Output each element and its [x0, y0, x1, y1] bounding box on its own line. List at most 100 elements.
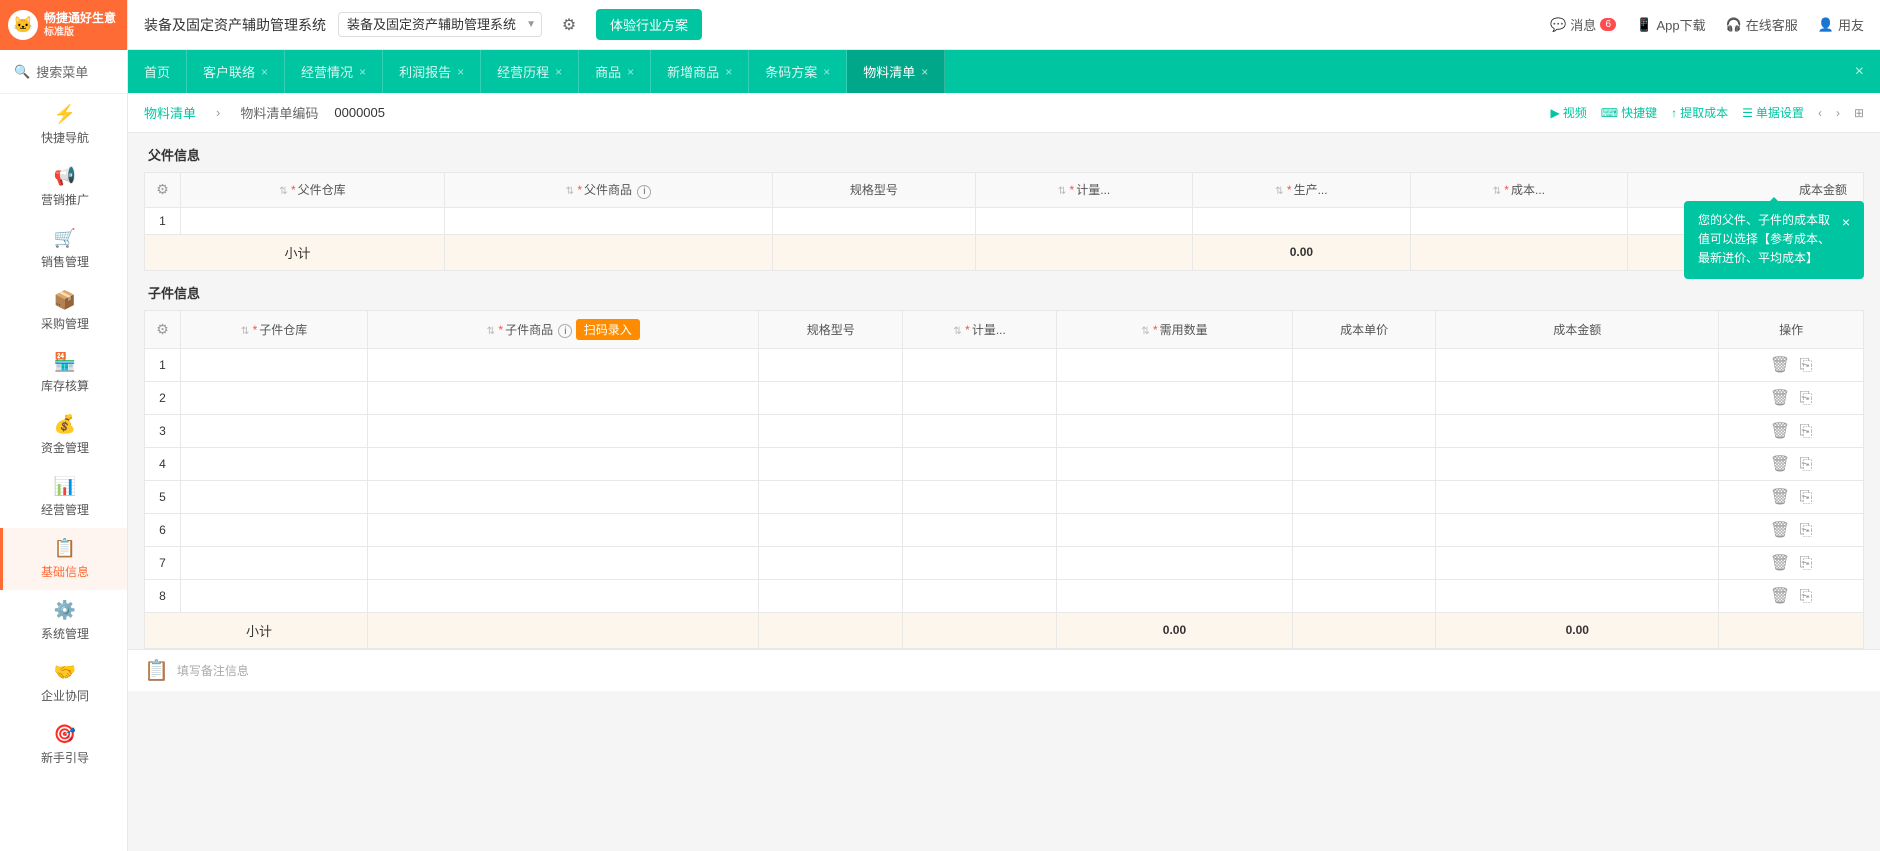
- child-unit-cost-7[interactable]: [1292, 546, 1436, 579]
- child-unit-3[interactable]: [903, 414, 1057, 447]
- child-spec-1[interactable]: [759, 348, 903, 381]
- sidebar-item-库存核算[interactable]: 🏪 库存核算: [0, 342, 127, 404]
- delete-row-4-button[interactable]: 🗑: [1770, 456, 1790, 473]
- nav-tab-close-经营情况[interactable]: ×: [359, 65, 366, 79]
- child-quantity-5[interactable]: [1057, 480, 1293, 513]
- child-unit-cost-8[interactable]: [1292, 579, 1436, 612]
- child-cost-amount-1[interactable]: [1436, 348, 1719, 381]
- child-warehouse-7[interactable]: [181, 546, 368, 579]
- delete-row-1-button[interactable]: 🗑: [1770, 357, 1790, 374]
- copy-row-7-button[interactable]: ⎘: [1799, 555, 1812, 572]
- child-spec-7[interactable]: [759, 546, 903, 579]
- parent-warehouse-1[interactable]: [181, 207, 445, 234]
- tooltip-close-button[interactable]: ×: [1842, 211, 1850, 233]
- extract-cost-button[interactable]: ↑ 提取成本: [1671, 104, 1728, 121]
- message-button[interactable]: 💬 消息 6: [1550, 15, 1616, 34]
- child-unit-8[interactable]: [903, 579, 1057, 612]
- child-spec-5[interactable]: [759, 480, 903, 513]
- nav-tab-利润报告[interactable]: 利润报告×: [383, 50, 481, 93]
- delete-row-3-button[interactable]: 🗑: [1770, 423, 1790, 440]
- nav-tab-首页[interactable]: 首页: [128, 50, 187, 93]
- child-product-1[interactable]: [368, 348, 759, 381]
- parent-product-info-icon[interactable]: i: [637, 185, 651, 199]
- copy-row-4-button[interactable]: ⎘: [1799, 456, 1812, 473]
- child-product-2[interactable]: [368, 381, 759, 414]
- nav-tab-close-经营历程[interactable]: ×: [555, 65, 562, 79]
- child-cost-amount-6[interactable]: [1436, 513, 1719, 546]
- nav-tab-close-利润报告[interactable]: ×: [457, 65, 464, 79]
- child-quantity-3[interactable]: [1057, 414, 1293, 447]
- child-unit-cost-6[interactable]: [1292, 513, 1436, 546]
- shortcut-button[interactable]: ⌨ 快捷键: [1601, 104, 1657, 121]
- nav-tab-条码方案[interactable]: 条码方案×: [749, 50, 847, 93]
- child-spec-2[interactable]: [759, 381, 903, 414]
- child-spec-3[interactable]: [759, 414, 903, 447]
- nav-tab-close-新增商品[interactable]: ×: [725, 65, 732, 79]
- sidebar-item-企业协同[interactable]: 🤝 企业协同: [0, 652, 127, 714]
- copy-row-8-button[interactable]: ⎘: [1799, 588, 1812, 605]
- nav-close-all-button[interactable]: ×: [1839, 51, 1880, 93]
- system-select[interactable]: 装备及固定资产辅助管理系统: [338, 12, 542, 37]
- parent-cost-1[interactable]: [1410, 207, 1627, 234]
- nav-tab-新增商品[interactable]: 新增商品×: [651, 50, 749, 93]
- sidebar-item-营销推广[interactable]: 📢 营销推广: [0, 156, 127, 218]
- search-menu-button[interactable]: 🔍 搜索菜单: [8, 58, 119, 85]
- single-setting-button[interactable]: ☰ 单据设置: [1742, 104, 1804, 121]
- child-product-4[interactable]: [368, 447, 759, 480]
- sidebar-item-快捷导航[interactable]: ⚡ 快捷导航: [0, 94, 127, 156]
- sidebar-item-新手引导[interactable]: 🎯 新手引导: [0, 714, 127, 776]
- child-product-8[interactable]: [368, 579, 759, 612]
- delete-row-6-button[interactable]: 🗑: [1770, 522, 1790, 539]
- nav-tab-经营历程[interactable]: 经营历程×: [481, 50, 579, 93]
- sidebar-item-资金管理[interactable]: 💰 资金管理: [0, 404, 127, 466]
- nav-tab-close-商品[interactable]: ×: [627, 65, 634, 79]
- nav-next-button[interactable]: ›: [1836, 106, 1840, 120]
- delete-row-2-button[interactable]: 🗑: [1770, 390, 1790, 407]
- child-unit-4[interactable]: [903, 447, 1057, 480]
- child-quantity-7[interactable]: [1057, 546, 1293, 579]
- sidebar-item-销售管理[interactable]: 🛒 销售管理: [0, 218, 127, 280]
- parent-settings-icon[interactable]: ⚙: [156, 181, 169, 197]
- nav-tab-close-条码方案[interactable]: ×: [823, 65, 830, 79]
- parent-spec-1[interactable]: [773, 207, 976, 234]
- child-product-5[interactable]: [368, 480, 759, 513]
- sidebar-item-基础信息[interactable]: 📋 基础信息: [0, 528, 127, 590]
- sidebar-item-采购管理[interactable]: 📦 采购管理: [0, 280, 127, 342]
- child-cost-amount-5[interactable]: [1436, 480, 1719, 513]
- child-product-6[interactable]: [368, 513, 759, 546]
- child-warehouse-2[interactable]: [181, 381, 368, 414]
- child-warehouse-1[interactable]: [181, 348, 368, 381]
- child-warehouse-5[interactable]: [181, 480, 368, 513]
- scan-input-button[interactable]: 扫码录入: [576, 319, 640, 340]
- child-spec-6[interactable]: [759, 513, 903, 546]
- child-product-7[interactable]: [368, 546, 759, 579]
- child-spec-4[interactable]: [759, 447, 903, 480]
- app-download-button[interactable]: 📱 App下载: [1636, 15, 1705, 34]
- child-warehouse-3[interactable]: [181, 414, 368, 447]
- grid-view-button[interactable]: ⊞: [1854, 106, 1864, 120]
- nav-tab-close-物料清单[interactable]: ×: [921, 65, 928, 79]
- child-warehouse-8[interactable]: [181, 579, 368, 612]
- child-warehouse-6[interactable]: [181, 513, 368, 546]
- child-warehouse-4[interactable]: [181, 447, 368, 480]
- settings-gear-button[interactable]: ⚙: [554, 10, 584, 40]
- sidebar-item-系统管理[interactable]: ⚙️ 系统管理: [0, 590, 127, 652]
- breadcrumb-link[interactable]: 物料清单: [144, 103, 196, 122]
- trial-button[interactable]: 体验行业方案: [596, 9, 702, 40]
- child-spec-8[interactable]: [759, 579, 903, 612]
- nav-tab-商品[interactable]: 商品×: [579, 50, 651, 93]
- parent-production-1[interactable]: [1193, 207, 1410, 234]
- child-settings-icon[interactable]: ⚙: [156, 321, 169, 337]
- child-unit-cost-3[interactable]: [1292, 414, 1436, 447]
- parent-product-1[interactable]: [444, 207, 772, 234]
- user-menu-button[interactable]: 👤 用友: [1818, 15, 1864, 34]
- child-product-3[interactable]: [368, 414, 759, 447]
- child-cost-amount-4[interactable]: [1436, 447, 1719, 480]
- delete-row-8-button[interactable]: 🗑: [1770, 588, 1790, 605]
- child-unit-6[interactable]: [903, 513, 1057, 546]
- child-unit-5[interactable]: [903, 480, 1057, 513]
- parent-unit-1[interactable]: [975, 207, 1192, 234]
- nav-prev-button[interactable]: ‹: [1818, 106, 1822, 120]
- child-unit-cost-4[interactable]: [1292, 447, 1436, 480]
- child-unit-7[interactable]: [903, 546, 1057, 579]
